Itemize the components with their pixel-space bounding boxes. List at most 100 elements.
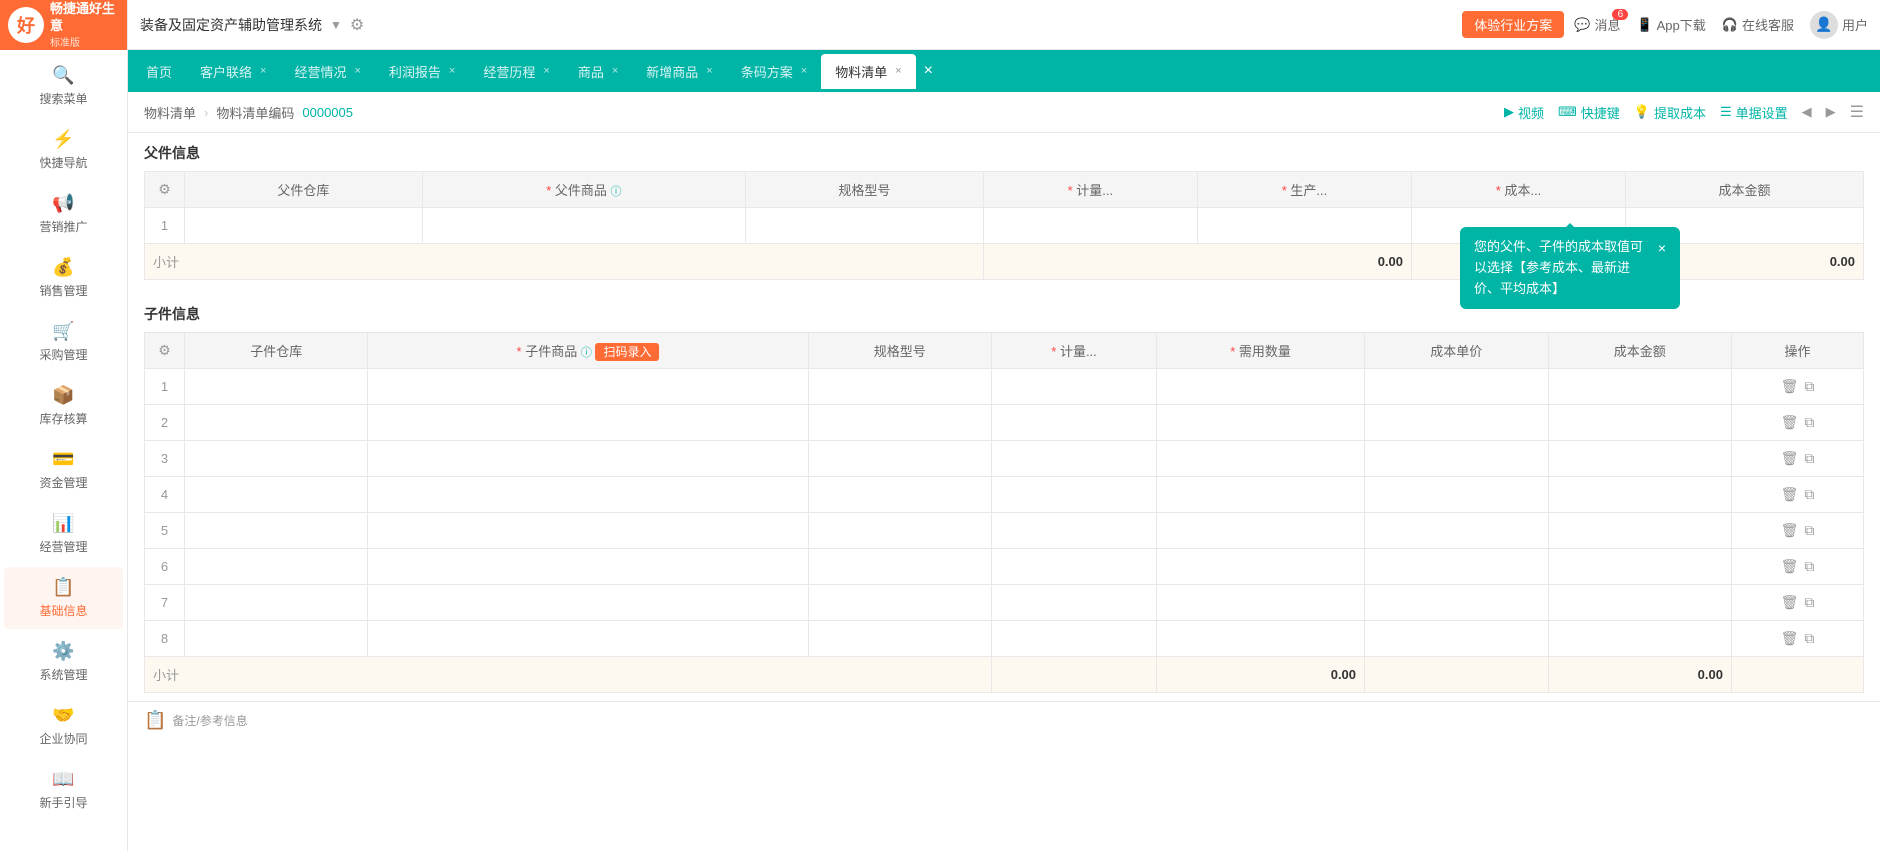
child-qty-unit-cell-8[interactable] bbox=[991, 621, 1156, 657]
child-product-cell-3[interactable] bbox=[368, 441, 808, 477]
child-qty-unit-cell-1[interactable] bbox=[991, 369, 1156, 405]
child-qty-needed-cell-1[interactable] bbox=[1157, 369, 1365, 405]
child-warehouse-cell-7[interactable] bbox=[185, 585, 368, 621]
scan-input-button[interactable]: 扫码录入 bbox=[595, 343, 659, 361]
delete-icon-5[interactable]: 🗑 bbox=[1781, 522, 1799, 539]
child-th-settings-icon[interactable]: ⚙ bbox=[158, 342, 171, 358]
nav-tab-首页[interactable]: 首页 bbox=[132, 54, 186, 89]
child-spec-cell-1[interactable] bbox=[808, 369, 991, 405]
nav-tab-利润报告[interactable]: 利润报告× bbox=[375, 54, 469, 89]
tab-close-icon[interactable]: × bbox=[260, 65, 266, 77]
child-warehouse-cell-4[interactable] bbox=[185, 477, 368, 513]
nav-tab-客户联络[interactable]: 客户联络× bbox=[186, 54, 280, 89]
close-all-tabs-button[interactable]: × bbox=[916, 62, 941, 80]
child-cost-unit-cell-2[interactable] bbox=[1365, 405, 1548, 441]
child-qty-needed-cell-5[interactable] bbox=[1157, 513, 1365, 549]
child-spec-cell-6[interactable] bbox=[808, 549, 991, 585]
nav-tab-新增商品[interactable]: 新增商品× bbox=[632, 54, 726, 89]
delete-icon-2[interactable]: 🗑 bbox=[1781, 414, 1799, 431]
tab-close-icon[interactable]: × bbox=[801, 65, 807, 77]
delete-icon-8[interactable]: 🗑 bbox=[1781, 630, 1799, 647]
child-spec-cell-4[interactable] bbox=[808, 477, 991, 513]
single-settings-button[interactable]: ☰ 单据设置 bbox=[1720, 103, 1788, 122]
sidebar-item-采购管理[interactable]: 🛒采购管理 bbox=[4, 311, 123, 373]
sidebar-item-基础信息[interactable]: 📋基础信息 bbox=[4, 567, 123, 629]
sidebar-item-营销推广[interactable]: 📢营销推广 bbox=[4, 183, 123, 245]
child-warehouse-cell-8[interactable] bbox=[185, 621, 368, 657]
message-button[interactable]: 💬 消息 6 bbox=[1574, 15, 1620, 34]
sidebar-item-资金管理[interactable]: 💳资金管理 bbox=[4, 439, 123, 501]
child-product-cell-6[interactable] bbox=[368, 549, 808, 585]
child-warehouse-cell-3[interactable] bbox=[185, 441, 368, 477]
child-qty-unit-cell-2[interactable] bbox=[991, 405, 1156, 441]
copy-icon-4[interactable]: ⧉ bbox=[1804, 486, 1814, 503]
tab-close-icon[interactable]: × bbox=[354, 65, 360, 77]
tab-close-icon[interactable]: × bbox=[449, 65, 455, 77]
parent-spec-cell[interactable] bbox=[745, 208, 983, 244]
copy-icon-7[interactable]: ⧉ bbox=[1804, 594, 1814, 611]
user-menu[interactable]: 👤 用户 bbox=[1810, 11, 1868, 39]
child-product-cell-2[interactable] bbox=[368, 405, 808, 441]
nav-tab-经营情况[interactable]: 经营情况× bbox=[280, 54, 374, 89]
copy-icon-5[interactable]: ⧉ bbox=[1804, 522, 1814, 539]
sidebar-item-快捷导航[interactable]: ⚡快捷导航 bbox=[4, 119, 123, 181]
child-cost-unit-cell-6[interactable] bbox=[1365, 549, 1548, 585]
child-spec-cell-2[interactable] bbox=[808, 405, 991, 441]
child-qty-unit-cell-5[interactable] bbox=[991, 513, 1156, 549]
delete-icon-3[interactable]: 🗑 bbox=[1781, 450, 1799, 467]
child-cost-unit-cell-1[interactable] bbox=[1365, 369, 1548, 405]
delete-icon-7[interactable]: 🗑 bbox=[1781, 594, 1799, 611]
parent-warehouse-cell[interactable] bbox=[185, 208, 423, 244]
pagination-prev-icon[interactable]: ◀ bbox=[1802, 104, 1812, 120]
app-download-button[interactable]: 📱 App下载 bbox=[1636, 15, 1705, 34]
sidebar-item-系统管理[interactable]: ⚙️系统管理 bbox=[4, 631, 123, 693]
child-qty-needed-cell-7[interactable] bbox=[1157, 585, 1365, 621]
child-spec-cell-3[interactable] bbox=[808, 441, 991, 477]
nav-tab-经营历程[interactable]: 经营历程× bbox=[469, 54, 563, 89]
child-qty-needed-cell-8[interactable] bbox=[1157, 621, 1365, 657]
child-warehouse-cell-5[interactable] bbox=[185, 513, 368, 549]
tab-close-icon[interactable]: × bbox=[895, 65, 901, 77]
video-button[interactable]: ▶ 视频 bbox=[1504, 103, 1544, 122]
child-cost-unit-cell-5[interactable] bbox=[1365, 513, 1548, 549]
list-view-icon[interactable]: ☰ bbox=[1850, 102, 1864, 122]
tab-close-icon[interactable]: × bbox=[612, 65, 618, 77]
child-qty-unit-cell-7[interactable] bbox=[991, 585, 1156, 621]
child-qty-needed-cell-4[interactable] bbox=[1157, 477, 1365, 513]
nav-tab-商品[interactable]: 商品× bbox=[564, 54, 632, 89]
child-spec-cell-8[interactable] bbox=[808, 621, 991, 657]
child-cost-unit-cell-8[interactable] bbox=[1365, 621, 1548, 657]
child-cost-unit-cell-4[interactable] bbox=[1365, 477, 1548, 513]
child-warehouse-cell-6[interactable] bbox=[185, 549, 368, 585]
parent-th-settings-icon[interactable]: ⚙ bbox=[158, 181, 171, 197]
child-qty-unit-cell-6[interactable] bbox=[991, 549, 1156, 585]
tab-close-icon[interactable]: × bbox=[543, 65, 549, 77]
child-product-cell-1[interactable] bbox=[368, 369, 808, 405]
child-cost-unit-cell-3[interactable] bbox=[1365, 441, 1548, 477]
copy-icon-1[interactable]: ⧉ bbox=[1804, 378, 1814, 395]
sidebar-item-新手引导[interactable]: 📖新手引导 bbox=[4, 759, 123, 821]
child-spec-cell-7[interactable] bbox=[808, 585, 991, 621]
trial-button[interactable]: 体验行业方案 bbox=[1462, 11, 1564, 38]
sidebar-item-销售管理[interactable]: 💰销售管理 bbox=[4, 247, 123, 309]
child-cost-unit-cell-7[interactable] bbox=[1365, 585, 1548, 621]
shortcut-button[interactable]: ⌨ 快捷键 bbox=[1558, 103, 1620, 122]
breadcrumb-item-1[interactable]: 物料清单 bbox=[144, 103, 196, 122]
tooltip-close-icon[interactable]: × bbox=[1658, 237, 1666, 259]
parent-product-cell[interactable] bbox=[422, 208, 745, 244]
child-product-cell-5[interactable] bbox=[368, 513, 808, 549]
child-product-cell-8[interactable] bbox=[368, 621, 808, 657]
nav-tab-物料清单[interactable]: 物料清单× bbox=[821, 54, 915, 89]
sidebar-item-经营管理[interactable]: 📊经营管理 bbox=[4, 503, 123, 565]
copy-icon-6[interactable]: ⧉ bbox=[1804, 558, 1814, 575]
child-qty-unit-cell-4[interactable] bbox=[991, 477, 1156, 513]
parent-produce-cell[interactable] bbox=[1197, 208, 1411, 244]
sidebar-item-企业协同[interactable]: 🤝企业协同 bbox=[4, 695, 123, 757]
delete-icon-6[interactable]: 🗑 bbox=[1781, 558, 1799, 575]
online-service-button[interactable]: 🎧 在线客服 bbox=[1722, 15, 1794, 34]
child-qty-needed-cell-3[interactable] bbox=[1157, 441, 1365, 477]
extract-cost-button[interactable]: 💡 提取成本 bbox=[1634, 103, 1706, 122]
child-warehouse-cell-1[interactable] bbox=[185, 369, 368, 405]
child-spec-cell-5[interactable] bbox=[808, 513, 991, 549]
child-qty-unit-cell-3[interactable] bbox=[991, 441, 1156, 477]
